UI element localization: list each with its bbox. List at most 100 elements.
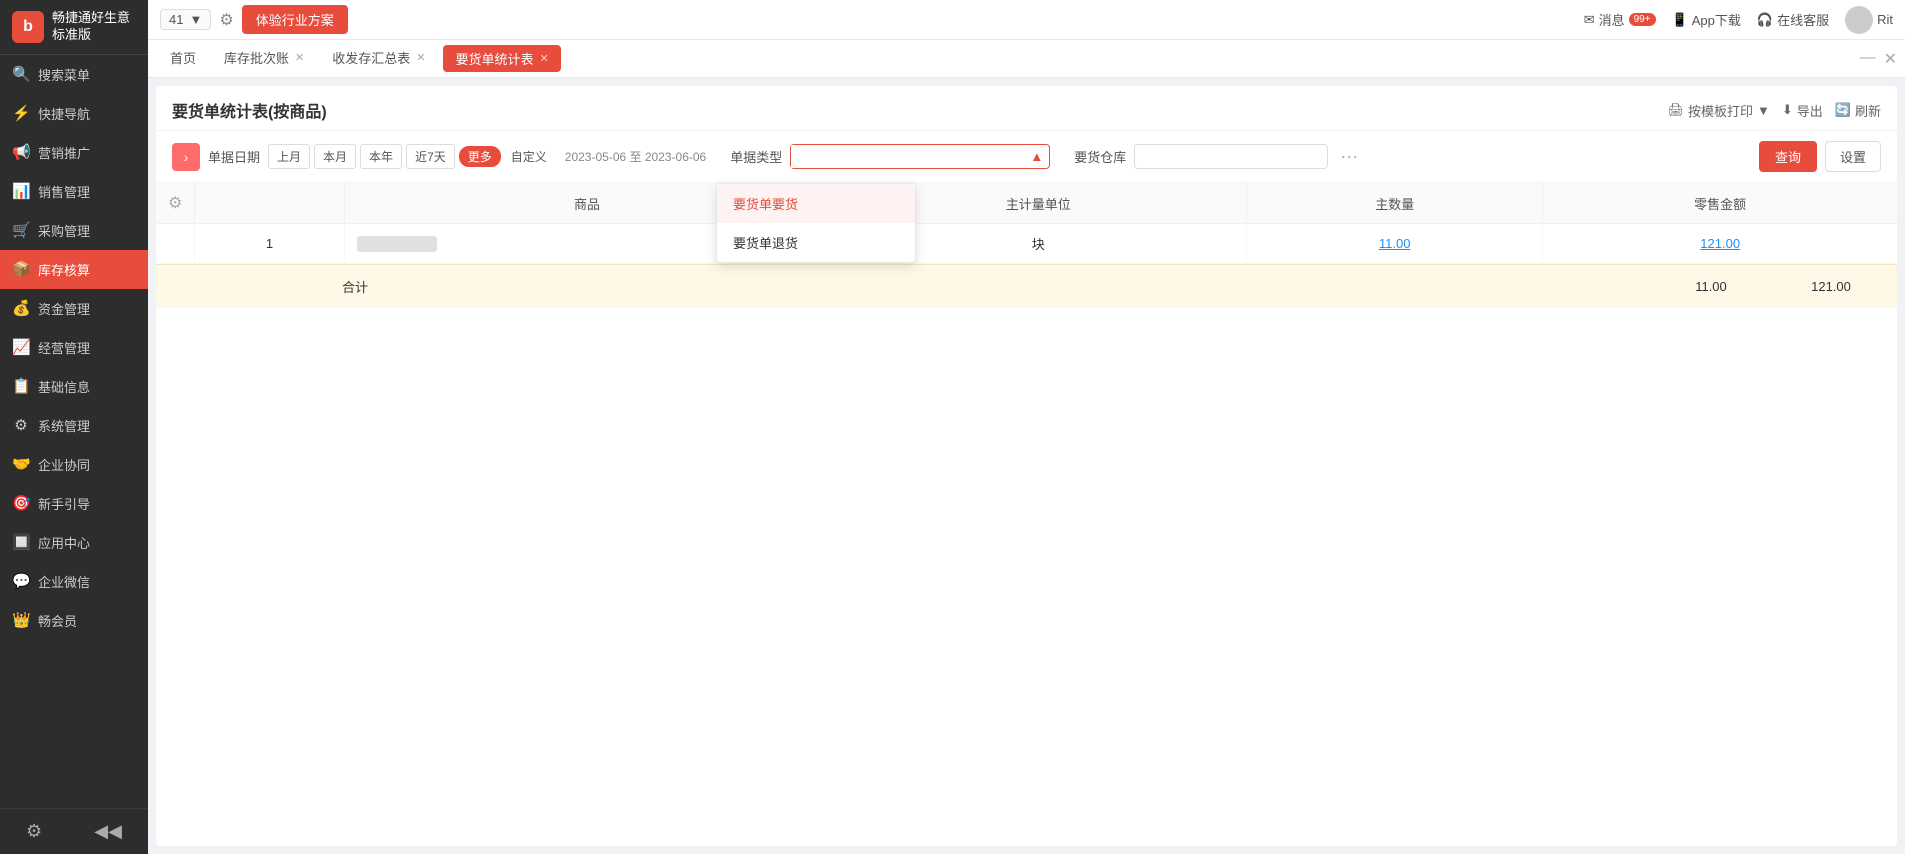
finance-icon: 💰 bbox=[12, 299, 30, 317]
settings-button[interactable]: 设置 bbox=[1825, 141, 1881, 172]
filter-more-icon[interactable]: ··· bbox=[1340, 146, 1358, 167]
sidebar-item-system[interactable]: ⚙ 系统管理 bbox=[0, 406, 148, 445]
export-label: 导出 bbox=[1797, 101, 1823, 120]
app-download-button[interactable]: 📱 App下载 bbox=[1672, 10, 1741, 29]
tabs-close-icon[interactable]: ✕ bbox=[1884, 49, 1897, 69]
filter-bar: › 单据日期 上月 本月 本年 近7天 更多 自定义 2023-05-06 至 … bbox=[156, 131, 1897, 183]
amount-link[interactable]: 121.00 bbox=[1700, 236, 1740, 251]
tab-collection-label: 收发存汇总表 bbox=[332, 48, 410, 67]
messages-badge: 99+ bbox=[1629, 13, 1656, 26]
sidebar-label-inventory: 库存核算 bbox=[38, 260, 90, 279]
product-blurred bbox=[357, 236, 437, 252]
system-icon: ⚙ bbox=[12, 416, 30, 434]
message-icon: ✉ bbox=[1584, 12, 1595, 28]
selector-chevron-icon: ▼ bbox=[189, 12, 202, 27]
sidebar-label-basicinfo: 基础信息 bbox=[38, 377, 90, 396]
td-quantity: 11.00 bbox=[1247, 224, 1543, 264]
sidebar-item-search[interactable]: 🔍 搜索菜单 bbox=[0, 55, 148, 94]
trial-button[interactable]: 体验行业方案 bbox=[242, 5, 348, 34]
sidebar-item-marketing[interactable]: 📢 营销推广 bbox=[0, 133, 148, 172]
sidebar-item-wechat[interactable]: 💬 企业微信 bbox=[0, 562, 148, 601]
th-amount: 零售金额 bbox=[1543, 183, 1897, 224]
tab-inventory[interactable]: 库存批次账 ✕ bbox=[210, 40, 318, 77]
last-7days-button[interactable]: 近7天 bbox=[406, 144, 455, 169]
sidebar-label-marketing: 营销推广 bbox=[38, 143, 90, 162]
footer-total-label: 合计 bbox=[172, 277, 368, 296]
app-name: 畅捷通好生意 bbox=[52, 10, 130, 27]
sidebar-menu: 🔍 搜索菜单 ⚡ 快捷导航 📢 营销推广 📊 销售管理 🛒 采购管理 📦 库存核… bbox=[0, 55, 148, 808]
sidebar-item-appcenter[interactable]: 🔲 应用中心 bbox=[0, 523, 148, 562]
settings-gear-icon[interactable]: ⚙ bbox=[219, 10, 233, 30]
sidebar-item-vip[interactable]: 👑 畅会员 bbox=[0, 601, 148, 640]
this-year-button[interactable]: 本年 bbox=[360, 144, 402, 169]
tabs-minimize-icon[interactable]: — bbox=[1860, 49, 1876, 69]
sidebar-item-operations[interactable]: 📈 经营管理 bbox=[0, 328, 148, 367]
app-download-icon: 📱 bbox=[1672, 12, 1688, 28]
refresh-icon: 🔄 bbox=[1835, 102, 1851, 118]
sidebar-item-finance[interactable]: 💰 资金管理 bbox=[0, 289, 148, 328]
sidebar-label-sales: 销售管理 bbox=[38, 182, 90, 201]
topbar: 41 ▼ ⚙ 体验行业方案 ✉ 消息 99+ 📱 App下载 🎧 在线客服 R bbox=[148, 0, 1905, 40]
filter-expand-button[interactable]: › bbox=[172, 143, 200, 171]
this-month-button[interactable]: 本月 bbox=[314, 144, 356, 169]
shortcuts-icon: ⚡ bbox=[12, 104, 30, 122]
data-table-wrap: ⚙ 商品 主计量单位 主数量 零售金额 1 bbox=[156, 183, 1897, 264]
refresh-label: 刷新 bbox=[1855, 101, 1881, 120]
company-selector[interactable]: 41 ▼ bbox=[160, 9, 211, 30]
voucher-type-input[interactable] bbox=[791, 145, 1024, 168]
more-dates-button[interactable]: 更多 bbox=[459, 146, 501, 167]
voucher-type-chevron[interactable]: ▲ bbox=[1024, 149, 1049, 164]
messages-button[interactable]: ✉ 消息 99+ bbox=[1584, 10, 1656, 29]
tab-collection-close[interactable]: ✕ bbox=[416, 51, 425, 64]
page-title: 要货单统计表(按商品) bbox=[172, 98, 327, 122]
sidebar-item-sales[interactable]: 📊 销售管理 bbox=[0, 172, 148, 211]
table-gear-icon[interactable]: ⚙ bbox=[168, 195, 182, 212]
query-button[interactable]: 查询 bbox=[1759, 141, 1817, 172]
dropdown-item-order-return[interactable]: 要货单退货 bbox=[717, 223, 915, 262]
export-button[interactable]: ⬇ 导出 bbox=[1782, 101, 1823, 120]
warehouse-label: 要货仓库 bbox=[1074, 147, 1126, 166]
footer-total-quantity: 11.00 bbox=[1661, 279, 1761, 294]
print-chevron: ▼ bbox=[1757, 103, 1770, 118]
search-icon: 🔍 bbox=[12, 65, 30, 83]
print-button[interactable]: 🖨 按模板打印 ▼ bbox=[1667, 101, 1769, 120]
th-index bbox=[195, 183, 344, 224]
sidebar-item-shortcuts[interactable]: ⚡ 快捷导航 bbox=[0, 94, 148, 133]
dropdown-item-order-goods[interactable]: 要货单要货 bbox=[717, 184, 915, 223]
sidebar-item-guide[interactable]: 🎯 新手引导 bbox=[0, 484, 148, 523]
tab-home[interactable]: 首页 bbox=[156, 40, 210, 77]
appcenter-icon: 🔲 bbox=[12, 533, 30, 551]
app-download-label: App下载 bbox=[1692, 10, 1741, 29]
warehouse-input[interactable] bbox=[1134, 144, 1328, 169]
quantity-link[interactable]: 11.00 bbox=[1379, 236, 1411, 251]
voucher-type-label: 单据类型 bbox=[730, 147, 782, 166]
sidebar-settings-button[interactable]: ⚙ bbox=[22, 817, 46, 846]
table-row: 1 块 11.00 121.00 bbox=[156, 224, 1897, 264]
td-row-settings bbox=[156, 224, 195, 264]
tab-order-summary[interactable]: 要货单统计表 ✕ bbox=[443, 45, 560, 72]
main-area: 41 ▼ ⚙ 体验行业方案 ✉ 消息 99+ 📱 App下载 🎧 在线客服 R bbox=[148, 0, 1905, 854]
sidebar-label-operations: 经营管理 bbox=[38, 338, 90, 357]
tab-order-summary-close[interactable]: ✕ bbox=[540, 52, 549, 65]
sidebar-item-basicinfo[interactable]: 📋 基础信息 bbox=[0, 367, 148, 406]
user-avatar-button[interactable]: Rit bbox=[1845, 6, 1893, 34]
sidebar-label-procurement: 采购管理 bbox=[38, 221, 90, 240]
custom-date-button[interactable]: 自定义 bbox=[505, 145, 553, 168]
refresh-button[interactable]: 🔄 刷新 bbox=[1835, 101, 1881, 120]
procurement-icon: 🛒 bbox=[12, 221, 30, 239]
tab-collection[interactable]: 收发存汇总表 ✕ bbox=[318, 40, 439, 77]
sidebar-bottom: ⚙ ◀◀ bbox=[0, 808, 148, 854]
tab-inventory-close[interactable]: ✕ bbox=[295, 51, 304, 64]
print-label: 按模板打印 bbox=[1688, 101, 1753, 120]
print-icon: 🖨 bbox=[1667, 102, 1684, 118]
table-footer: 合计 11.00 121.00 bbox=[156, 264, 1897, 308]
online-service-button[interactable]: 🎧 在线客服 bbox=[1757, 10, 1829, 29]
sidebar-item-procurement[interactable]: 🛒 采购管理 bbox=[0, 211, 148, 250]
sidebar-collapse-button[interactable]: ◀◀ bbox=[90, 817, 126, 846]
td-amount: 121.00 bbox=[1543, 224, 1897, 264]
app-sub: 标准版 bbox=[52, 27, 130, 44]
last-month-button[interactable]: 上月 bbox=[268, 144, 310, 169]
sidebar-item-enterprise[interactable]: 🤝 企业协同 bbox=[0, 445, 148, 484]
avatar bbox=[1845, 6, 1873, 34]
sidebar-item-inventory[interactable]: 📦 库存核算 bbox=[0, 250, 148, 289]
